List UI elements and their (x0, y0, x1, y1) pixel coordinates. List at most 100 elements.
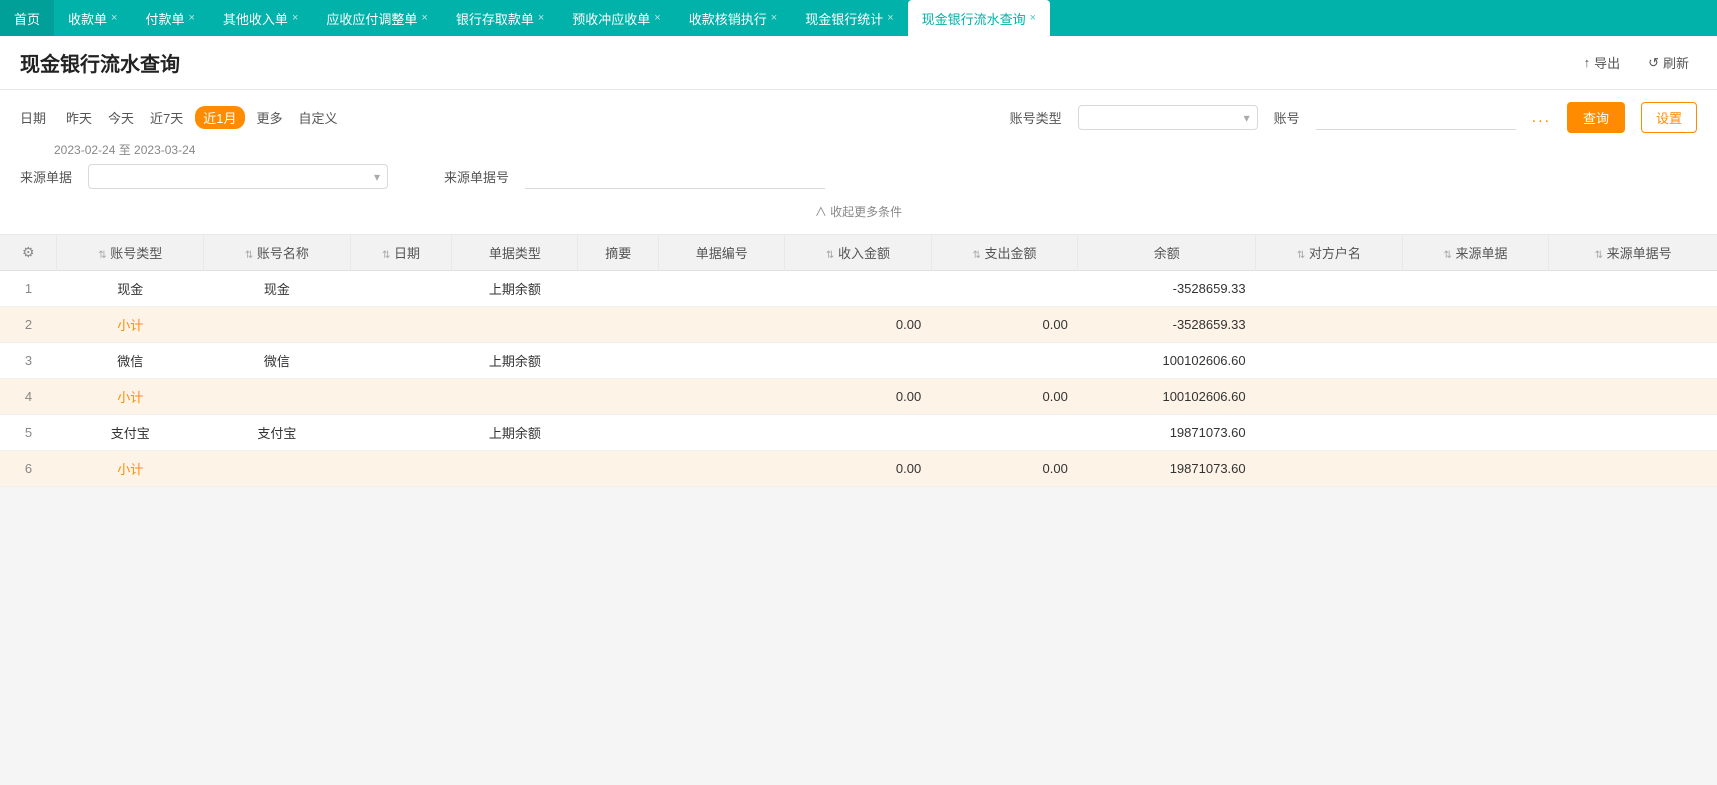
date-more[interactable]: 更多 (253, 106, 287, 129)
sort-source-doc-no-icon: ⇅ (1595, 250, 1603, 261)
close-bank-deposit-icon[interactable]: × (538, 12, 544, 24)
table-cell: 1 (0, 271, 57, 307)
col-counterpart[interactable]: ⇅ 对方户名 (1256, 235, 1403, 271)
data-table: ⚙ ⇅ 账号类型 ⇅ 账号名称 ⇅ 日期 单据类型 摘要 (0, 235, 1717, 487)
close-payment-icon[interactable]: × (188, 12, 194, 24)
col-source-doc[interactable]: ⇅ 来源单据 (1402, 235, 1549, 271)
close-pre-receive-icon[interactable]: × (654, 12, 660, 24)
table-cell (785, 415, 932, 451)
col-summary[interactable]: 摘要 (578, 235, 659, 271)
table-cell (578, 307, 659, 343)
nav-home[interactable]: 首页 (0, 0, 54, 36)
table-cell: 微信 (57, 343, 204, 379)
nav-collection-exec[interactable]: 收款核销执行 × (675, 0, 791, 36)
nav-bank-stats[interactable]: 现金银行统计 × (791, 0, 907, 36)
col-income[interactable]: ⇅ 收入金额 (785, 235, 932, 271)
settings-button[interactable]: 设置 (1641, 102, 1697, 133)
table-cell: 上期余额 (452, 343, 578, 379)
table-cell (204, 307, 351, 343)
close-other-income-icon[interactable]: × (292, 12, 298, 24)
account-dots-button[interactable]: ... (1532, 109, 1551, 127)
table-cell: 0.00 (931, 451, 1078, 487)
table-cell (452, 307, 578, 343)
table-cell: -3528659.33 (1078, 271, 1256, 307)
table-cell (350, 379, 452, 415)
nav-bank-deposit-label: 银行存取款单 (456, 9, 534, 28)
home-label: 首页 (14, 9, 40, 28)
filter-row-1: 日期 昨天 今天 近7天 近1月 更多 自定义 账号类型 账号 ... 查询 设… (20, 102, 1697, 133)
nav-receivable-adjust[interactable]: 应收应付调整单 × (312, 0, 441, 36)
close-collection-exec-icon[interactable]: × (771, 12, 777, 24)
table-cell (1256, 451, 1403, 487)
col-doc-type[interactable]: 单据类型 (452, 235, 578, 271)
table-cell (659, 343, 785, 379)
table-cell (1402, 379, 1549, 415)
collapse-bar[interactable]: ∧ 收起更多条件 (20, 197, 1697, 226)
col-gear[interactable]: ⚙ (0, 235, 57, 271)
date-range-display: 2023-02-24 至 2023-03-24 (54, 143, 195, 157)
date-custom[interactable]: 自定义 (295, 106, 342, 129)
table-row: 6小计0.000.0019871073.60 (0, 451, 1717, 487)
nav-collection-exec-label: 收款核销执行 (689, 9, 767, 28)
nav-bank-flow[interactable]: 现金银行流水查询 × (908, 0, 1050, 36)
export-button[interactable]: ↑ 导出 (1576, 49, 1629, 76)
table-cell: 上期余额 (452, 415, 578, 451)
col-date[interactable]: ⇅ 日期 (350, 235, 452, 271)
col-account-type[interactable]: ⇅ 账号类型 (57, 235, 204, 271)
close-receivable-adjust-icon[interactable]: × (421, 12, 427, 24)
col-balance[interactable]: 余额 (1078, 235, 1256, 271)
nav-payment[interactable]: 付款单 × (131, 0, 208, 36)
table-cell: 小计 (57, 307, 204, 343)
account-type-select[interactable] (1078, 105, 1258, 130)
table-cell: 微信 (204, 343, 351, 379)
nav-bank-deposit[interactable]: 银行存取款单 × (442, 0, 558, 36)
nav-other-income[interactable]: 其他收入单 × (209, 0, 312, 36)
table-cell (1402, 451, 1549, 487)
col-doc-no[interactable]: 单据编号 (659, 235, 785, 271)
account-input[interactable] (1316, 106, 1516, 130)
table-cell: 19871073.60 (1078, 415, 1256, 451)
nav-collection[interactable]: 收款单 × (54, 0, 131, 36)
sort-expense-icon: ⇅ (973, 250, 981, 261)
table-cell: 现金 (57, 271, 204, 307)
table-row: 3微信微信上期余额100102606.60 (0, 343, 1717, 379)
refresh-button[interactable]: ↺ 刷新 (1640, 49, 1697, 76)
nav-pre-receive-label: 预收冲应收单 (572, 9, 650, 28)
query-button[interactable]: 查询 (1567, 102, 1625, 133)
date-7days[interactable]: 近7天 (146, 106, 187, 129)
table-cell (659, 451, 785, 487)
close-bank-stats-icon[interactable]: × (887, 12, 893, 24)
close-collection-icon[interactable]: × (111, 12, 117, 24)
table-cell (204, 379, 351, 415)
table-cell (350, 415, 452, 451)
date-1month[interactable]: 近1月 (195, 106, 244, 129)
export-label: 导出 (1594, 53, 1620, 72)
table-cell: 100102606.60 (1078, 343, 1256, 379)
table-cell (931, 271, 1078, 307)
nav-bank-stats-label: 现金银行统计 (805, 9, 883, 28)
page-title: 现金银行流水查询 (20, 48, 180, 77)
refresh-icon: ↺ (1648, 55, 1659, 71)
col-expense[interactable]: ⇅ 支出金额 (931, 235, 1078, 271)
table-cell (931, 343, 1078, 379)
header-actions: ↑ 导出 ↺ 刷新 (1576, 49, 1697, 76)
account-type-label: 账号类型 (1010, 108, 1062, 127)
source-doc-select[interactable] (88, 164, 388, 189)
table-cell (1549, 307, 1717, 343)
col-source-doc-no[interactable]: ⇅ 来源单据号 (1549, 235, 1717, 271)
table-cell: 支付宝 (204, 415, 351, 451)
nav-pre-receive[interactable]: 预收冲应收单 × (558, 0, 674, 36)
table-cell (785, 271, 932, 307)
close-bank-flow-icon[interactable]: × (1030, 12, 1036, 24)
table-cell (1256, 271, 1403, 307)
date-today[interactable]: 今天 (104, 106, 138, 129)
table-cell (452, 379, 578, 415)
table-cell (1549, 415, 1717, 451)
table-cell: 0.00 (785, 451, 932, 487)
table-cell (350, 271, 452, 307)
sort-counterpart-icon: ⇅ (1297, 250, 1305, 261)
col-account-name[interactable]: ⇅ 账号名称 (204, 235, 351, 271)
date-yesterday[interactable]: 昨天 (62, 106, 96, 129)
table-cell (1549, 379, 1717, 415)
source-doc-no-input[interactable] (525, 165, 825, 189)
